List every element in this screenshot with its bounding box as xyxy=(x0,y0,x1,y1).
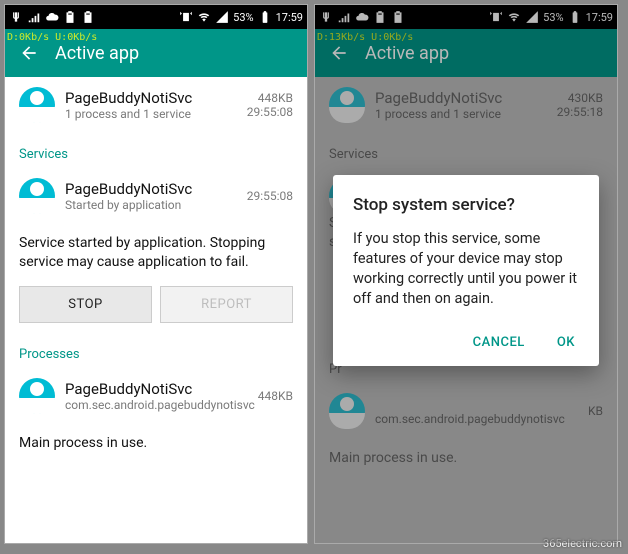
status-bar: 53% 17:59 D:0Kb/s U:0Kb/s xyxy=(5,5,307,29)
signal-icon xyxy=(27,10,41,24)
app-icon xyxy=(19,87,55,123)
stop-button[interactable]: STOP xyxy=(19,286,152,323)
process-description: Main process in use. xyxy=(5,424,307,463)
appbar-title: Active app xyxy=(55,43,139,64)
app-name: PageBuddyNotiSvc xyxy=(65,89,237,107)
net-stats: D:0Kb/s U:0Kb/s xyxy=(7,32,97,43)
app-uptime: 29:55:08 xyxy=(247,105,293,119)
battery-icon xyxy=(258,10,272,24)
process-name: PageBuddyNotiSvc xyxy=(65,380,248,398)
app-sub: 1 process and 1 service xyxy=(65,107,237,121)
clipboard-icon-2 xyxy=(81,10,95,24)
service-sub: Started by application xyxy=(65,198,237,212)
stop-service-dialog: Stop system service? If you stop this se… xyxy=(333,175,599,366)
content: PageBuddyNotiSvc 1 process and 1 service… xyxy=(5,77,307,543)
service-name: PageBuddyNotiSvc xyxy=(65,180,237,198)
app-icon xyxy=(19,178,55,214)
phone-left: 53% 17:59 D:0Kb/s U:0Kb/s Active app Pag… xyxy=(4,4,308,544)
clipboard-icon xyxy=(63,10,77,24)
psi-icon xyxy=(9,10,23,24)
dialog-ok-button[interactable]: OK xyxy=(553,327,579,358)
service-uptime: 29:55:08 xyxy=(247,189,293,203)
section-processes: Processes xyxy=(5,333,307,368)
app-icon xyxy=(19,378,55,414)
battery-pct: 53% xyxy=(233,11,253,24)
service-description: Service started by application. Stopping… xyxy=(5,224,307,282)
clock: 17:59 xyxy=(276,11,303,24)
dialog-body: If you stop this service, some features … xyxy=(353,229,579,309)
dialog-title: Stop system service? xyxy=(353,195,579,215)
cloud-icon xyxy=(45,10,59,24)
vibrate-icon xyxy=(179,10,193,24)
process-size: 448KB xyxy=(258,389,293,403)
app-summary-row[interactable]: PageBuddyNotiSvc 1 process and 1 service… xyxy=(5,77,307,133)
process-row[interactable]: PageBuddyNotiSvc com.sec.android.pagebud… xyxy=(5,368,307,424)
section-services: Services xyxy=(5,133,307,168)
service-row[interactable]: PageBuddyNotiSvc Started by application … xyxy=(5,168,307,224)
dialog-cancel-button[interactable]: CANCEL xyxy=(469,327,529,358)
back-arrow-icon[interactable] xyxy=(19,43,39,63)
wifi-icon xyxy=(197,10,211,24)
cell-signal-icon xyxy=(215,10,229,24)
app-size: 448KB xyxy=(247,91,293,105)
report-button[interactable]: REPORT xyxy=(160,286,293,323)
process-sub: com.sec.android.pagebuddynotisvc xyxy=(65,398,248,412)
phone-right: 53% 17:59 D:13Kb/s U:0Kb/s Active app Pa… xyxy=(314,4,618,544)
